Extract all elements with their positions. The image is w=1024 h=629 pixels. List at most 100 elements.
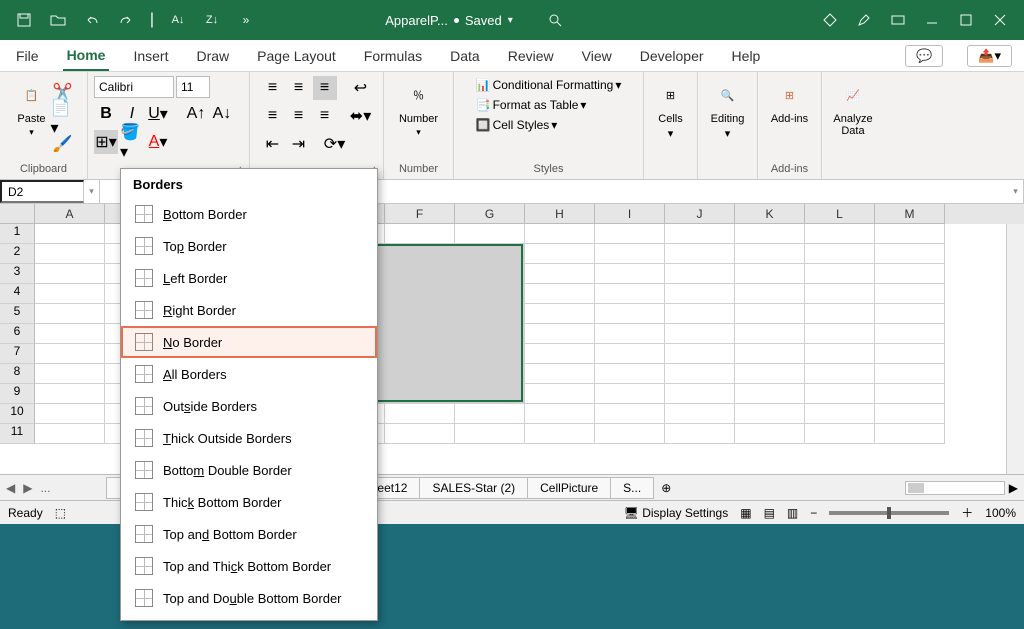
cell[interactable] <box>35 344 105 364</box>
share-button[interactable]: 📤▾ <box>967 45 1012 67</box>
cell[interactable] <box>35 264 105 284</box>
cell[interactable] <box>665 224 735 244</box>
name-box[interactable] <box>0 180 84 203</box>
cell[interactable] <box>455 424 525 444</box>
tab-review[interactable]: Review <box>504 42 558 70</box>
align-center-icon[interactable]: ≡ <box>287 104 311 128</box>
cell[interactable] <box>385 424 455 444</box>
display-settings-button[interactable]: 🖥 Display Settings <box>624 506 729 520</box>
cell[interactable] <box>525 264 595 284</box>
formula-bar-expand[interactable]: ▾ <box>1008 180 1024 203</box>
copy-icon[interactable]: 📄▾ <box>51 106 75 130</box>
cell[interactable] <box>35 384 105 404</box>
cell[interactable] <box>35 404 105 424</box>
align-middle-icon[interactable]: ≡ <box>287 76 311 100</box>
cell[interactable] <box>665 364 735 384</box>
border-option-thick-bottom[interactable]: Thick Bottom Border <box>121 486 377 518</box>
tab-home[interactable]: Home <box>63 41 110 71</box>
cell[interactable] <box>455 364 525 384</box>
cell[interactable] <box>455 344 525 364</box>
cell[interactable] <box>35 324 105 344</box>
font-color-button[interactable]: A▾ <box>146 130 170 154</box>
cell[interactable] <box>875 404 945 424</box>
cell[interactable] <box>805 244 875 264</box>
row-header[interactable]: 8 <box>0 364 35 384</box>
cell[interactable] <box>35 284 105 304</box>
cell[interactable] <box>35 224 105 244</box>
cell[interactable] <box>525 224 595 244</box>
paste-button[interactable]: 📋 Paste ▾ <box>13 76 51 141</box>
cell[interactable] <box>455 284 525 304</box>
sort-asc-icon[interactable]: A↓ <box>162 4 194 36</box>
tab-help[interactable]: Help <box>728 42 765 70</box>
cell[interactable] <box>875 244 945 264</box>
column-header[interactable]: F <box>385 204 455 224</box>
shrink-font-icon[interactable]: A↓ <box>210 102 234 126</box>
column-header[interactable]: I <box>595 204 665 224</box>
minimize-icon[interactable] <box>916 4 948 36</box>
cell[interactable] <box>455 304 525 324</box>
cell[interactable] <box>735 244 805 264</box>
cell[interactable] <box>525 344 595 364</box>
cell[interactable] <box>595 364 665 384</box>
border-option-bottom-double[interactable]: Bottom Double Border <box>121 454 377 486</box>
tab-view[interactable]: View <box>578 42 616 70</box>
row-header[interactable]: 1 <box>0 224 35 244</box>
orientation-icon[interactable]: ⟳▾ <box>323 132 347 156</box>
cell-styles-button[interactable]: 🔲 Cell Styles ▾ <box>476 118 558 132</box>
tab-pagelayout[interactable]: Page Layout <box>253 42 340 70</box>
comments-button[interactable]: 💬 <box>905 45 943 67</box>
cell[interactable] <box>735 324 805 344</box>
cell[interactable] <box>665 264 735 284</box>
cell[interactable] <box>805 324 875 344</box>
cell[interactable] <box>385 244 455 264</box>
format-painter-icon[interactable]: 🖌️ <box>51 132 75 156</box>
fill-color-button[interactable]: 🪣▾ <box>120 130 144 154</box>
cell[interactable] <box>875 384 945 404</box>
cell[interactable] <box>35 304 105 324</box>
cell[interactable] <box>385 264 455 284</box>
border-option-outside[interactable]: Outside Borders <box>121 390 377 422</box>
cell[interactable] <box>805 424 875 444</box>
cell[interactable] <box>455 324 525 344</box>
cell[interactable] <box>805 384 875 404</box>
row-header[interactable]: 7 <box>0 344 35 364</box>
cell[interactable] <box>735 264 805 284</box>
cell[interactable] <box>595 224 665 244</box>
cell[interactable] <box>805 304 875 324</box>
row-header[interactable]: 11 <box>0 424 35 444</box>
borders-button[interactable]: ⊞▾ <box>94 130 118 154</box>
border-option-left[interactable]: Left Border <box>121 262 377 294</box>
underline-button[interactable]: U▾ <box>146 102 170 126</box>
border-option-right[interactable]: Right Border <box>121 294 377 326</box>
zoom-in-icon[interactable]: ＋ <box>961 504 973 521</box>
cell[interactable] <box>875 304 945 324</box>
zoom-out-icon[interactable]: − <box>810 506 817 520</box>
cell[interactable] <box>875 324 945 344</box>
cell[interactable] <box>735 404 805 424</box>
cell[interactable] <box>665 324 735 344</box>
addins-button[interactable]: ⊞Add-ins <box>768 76 811 128</box>
cell[interactable] <box>595 264 665 284</box>
cell[interactable] <box>875 284 945 304</box>
cell[interactable] <box>875 264 945 284</box>
number-format-button[interactable]: ％ Number ▾ <box>396 76 441 141</box>
cell[interactable] <box>525 364 595 384</box>
column-header[interactable]: K <box>735 204 805 224</box>
cell[interactable] <box>455 244 525 264</box>
cell[interactable] <box>595 304 665 324</box>
search-icon[interactable] <box>539 4 571 36</box>
row-header[interactable]: 4 <box>0 284 35 304</box>
border-option-top[interactable]: Top Border <box>121 230 377 262</box>
undo-icon[interactable] <box>76 4 108 36</box>
format-as-table-button[interactable]: 📑 Format as Table ▾ <box>476 98 587 112</box>
column-header[interactable]: H <box>525 204 595 224</box>
cell[interactable] <box>735 224 805 244</box>
cell[interactable] <box>35 424 105 444</box>
bold-button[interactable]: B <box>94 102 118 126</box>
cell[interactable] <box>805 224 875 244</box>
scroll-right-icon[interactable]: ▶ <box>1009 481 1018 495</box>
new-sheet-button[interactable]: ⊕ <box>653 481 679 495</box>
name-box-dropdown[interactable]: ▾ <box>84 180 100 203</box>
cell[interactable] <box>665 384 735 404</box>
